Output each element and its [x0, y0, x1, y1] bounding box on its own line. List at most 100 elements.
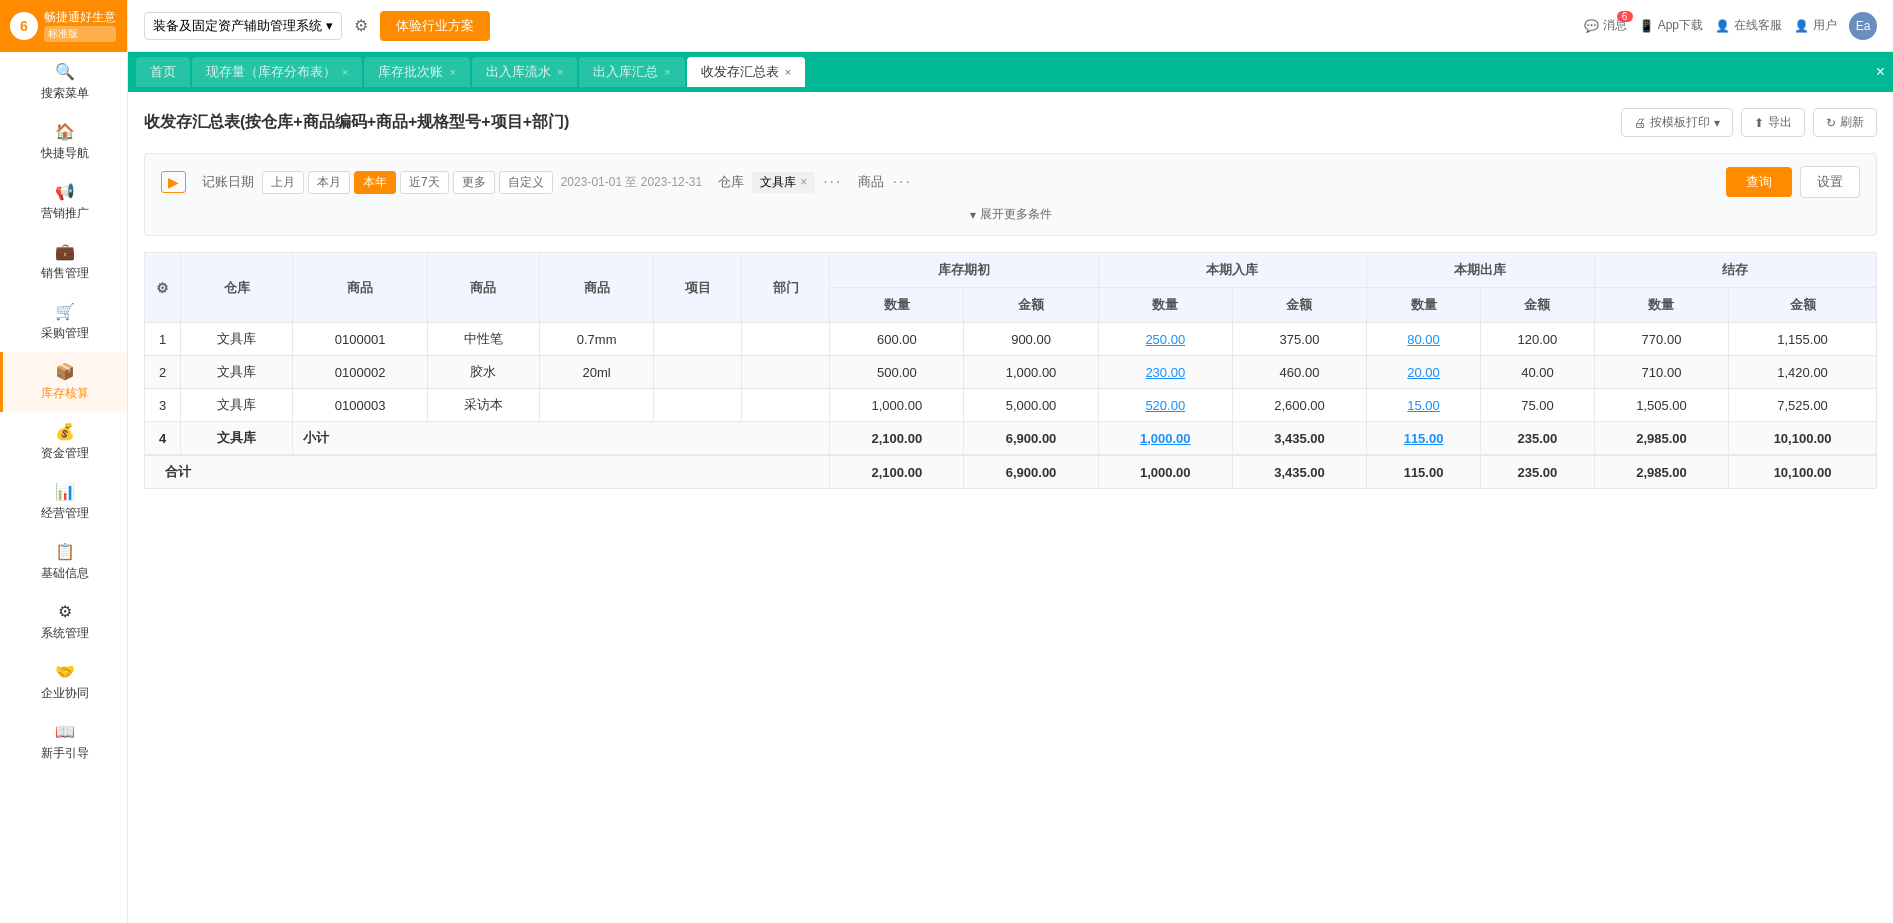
system-title: 装备及固定资产辅助管理系统	[153, 17, 322, 35]
tab-receive-summary[interactable]: 收发存汇总表 ×	[687, 57, 805, 87]
settings-icon[interactable]: ⚙	[354, 16, 368, 35]
finance-icon: 💰	[55, 422, 75, 441]
row-name: 胶水	[427, 356, 539, 389]
user-label: 用户	[1813, 17, 1837, 34]
row-out-amt: 75.00	[1480, 389, 1594, 422]
online-service-button[interactable]: 👤 在线客服	[1715, 17, 1782, 34]
sidebar-item-system[interactable]: ⚙系统管理	[0, 592, 127, 652]
page-inner: 收发存汇总表(按仓库+商品编码+商品+规格型号+项目+部门) 🖨 按模板打印 ▾…	[128, 92, 1893, 923]
col-header-name: 商品	[427, 253, 539, 323]
row-in-amt: 375.00	[1232, 323, 1366, 356]
subtotal-in-amt: 3,435.00	[1232, 422, 1366, 456]
date-btn-7days[interactable]: 近7天	[400, 171, 449, 194]
sidebar-item-purchase[interactable]: 🛒采购管理	[0, 292, 127, 352]
sidebar-item-finance[interactable]: 💰资金管理	[0, 412, 127, 472]
tab-inventory-dist-close[interactable]: ×	[342, 66, 348, 78]
col-sub-out-amt: 金额	[1480, 288, 1594, 323]
tab-bar-close-button[interactable]: ×	[1876, 63, 1885, 81]
row-spec: 20ml	[540, 356, 654, 389]
experience-button[interactable]: 体验行业方案	[380, 11, 490, 41]
row-dept	[742, 323, 830, 356]
product-filter-dots[interactable]: ···	[892, 173, 911, 191]
sidebar-item-quick-nav[interactable]: 🏠快捷导航	[0, 112, 127, 172]
row-open-qty: 600.00	[830, 323, 964, 356]
col-sub-bal-qty: 数量	[1594, 288, 1728, 323]
set-button[interactable]: 设置	[1800, 166, 1860, 198]
table-settings-icon[interactable]: ⚙	[156, 280, 169, 296]
tab-inout-flow[interactable]: 出入库流水 ×	[472, 57, 577, 87]
sidebar-item-guide[interactable]: 📖新手引导	[0, 712, 127, 772]
tab-inventory-dist-label: 现存量（库存分布表）	[206, 63, 336, 81]
tab-receive-summary-close[interactable]: ×	[785, 66, 791, 78]
system-select[interactable]: 装备及固定资产辅助管理系统 ▾	[144, 12, 342, 40]
logo-text-line1: 畅捷通好生意	[44, 10, 116, 26]
row-dept	[742, 356, 830, 389]
tab-batch-account-label: 库存批次账	[378, 63, 443, 81]
col-header-opening: 库存期初	[830, 253, 1098, 288]
logo-badge: 标准版	[44, 26, 116, 42]
user-button[interactable]: 👤 用户	[1794, 17, 1837, 34]
settings-col-header: ⚙	[145, 253, 181, 323]
sidebar-menu: 🔍搜索菜单🏠快捷导航📢营销推广💼销售管理🛒采购管理📦库存核算💰资金管理📊经营管理…	[0, 52, 127, 923]
expand-conditions-button[interactable]: ▾ 展开更多条件	[970, 206, 1052, 223]
refresh-button[interactable]: ↻ 刷新	[1813, 108, 1877, 137]
date-btn-last-month[interactable]: 上月	[262, 171, 304, 194]
sidebar-item-basic[interactable]: 📋基础信息	[0, 532, 127, 592]
sidebar-item-marketing[interactable]: 📢营销推广	[0, 172, 127, 232]
message-button[interactable]: 💬 消息 6	[1584, 17, 1627, 34]
col-sub-in-qty: 数量	[1098, 288, 1232, 323]
col-sub-open-amt: 金额	[964, 288, 1098, 323]
date-btn-this-month[interactable]: 本月	[308, 171, 350, 194]
main-container: 装备及固定资产辅助管理系统 ▾ ⚙ 体验行业方案 💬 消息 6 📱 App下载 …	[128, 0, 1893, 923]
sidebar-item-inventory[interactable]: 📦库存核算	[0, 352, 127, 412]
row-code: 0100002	[293, 356, 427, 389]
tab-inout-summary-close[interactable]: ×	[664, 66, 670, 78]
export-button[interactable]: ⬆ 导出	[1741, 108, 1805, 137]
warehouse-filter-dots[interactable]: ···	[823, 173, 842, 191]
row-warehouse: 文具库	[181, 323, 293, 356]
tab-inventory-dist[interactable]: 现存量（库存分布表） ×	[192, 57, 362, 87]
filter-expand-arrow[interactable]: ▶	[161, 171, 186, 193]
sidebar-item-operation[interactable]: 📊经营管理	[0, 472, 127, 532]
subtotal-open-amt: 6,900.00	[964, 422, 1098, 456]
table-row: 1 文具库 0100001 中性笔 0.7mm 600.00 900.00 25…	[145, 323, 1877, 356]
print-button[interactable]: 🖨 按模板打印 ▾	[1621, 108, 1733, 137]
date-btn-more[interactable]: 更多	[453, 171, 495, 194]
refresh-icon: ↻	[1826, 116, 1836, 130]
row-bal-amt: 1,155.00	[1729, 323, 1877, 356]
date-btn-custom[interactable]: 自定义	[499, 171, 553, 194]
guide-icon: 📖	[55, 722, 75, 741]
row-dept	[742, 389, 830, 422]
tab-inout-flow-close[interactable]: ×	[557, 66, 563, 78]
dropdown-icon: ▾	[326, 18, 333, 33]
user-avatar[interactable]: Ea	[1849, 12, 1877, 40]
app-download-button[interactable]: 📱 App下载	[1639, 17, 1703, 34]
row-name: 采访本	[427, 389, 539, 422]
footer-out-amt: 235.00	[1480, 455, 1594, 489]
tab-batch-account-close[interactable]: ×	[449, 66, 455, 78]
tab-batch-account[interactable]: 库存批次账 ×	[364, 57, 469, 87]
filter-area: ▶ 记账日期 上月 本月 本年 近7天 更多 自定义 2023-0	[144, 153, 1877, 236]
tab-inout-summary[interactable]: 出入库汇总 ×	[579, 57, 684, 87]
page-title-row: 收发存汇总表(按仓库+商品编码+商品+规格型号+项目+部门) 🖨 按模板打印 ▾…	[144, 108, 1877, 137]
inventory-icon: 📦	[55, 362, 75, 381]
col-header-balance: 结存	[1594, 253, 1876, 288]
tab-inout-summary-label: 出入库汇总	[593, 63, 658, 81]
export-icon: ⬆	[1754, 116, 1764, 130]
online-service-label: 在线客服	[1734, 17, 1782, 34]
query-button[interactable]: 查询	[1726, 167, 1792, 197]
footer-in-qty: 1,000.00	[1098, 455, 1232, 489]
sidebar-item-enterprise[interactable]: 🤝企业协同	[0, 652, 127, 712]
row-bal-qty: 710.00	[1594, 356, 1728, 389]
sidebar-item-search[interactable]: 🔍搜索菜单	[0, 52, 127, 112]
app-download-label: App下载	[1658, 17, 1703, 34]
row-in-qty: 520.00	[1098, 389, 1232, 422]
warehouse-tag-close[interactable]: ×	[800, 175, 807, 189]
tab-home[interactable]: 首页	[136, 57, 190, 87]
row-out-amt: 120.00	[1480, 323, 1594, 356]
sidebar-item-sales[interactable]: 💼销售管理	[0, 232, 127, 292]
row-out-amt: 40.00	[1480, 356, 1594, 389]
col-sub-bal-amt: 金额	[1729, 288, 1877, 323]
date-btn-this-year[interactable]: 本年	[354, 171, 396, 194]
row-open-amt: 900.00	[964, 323, 1098, 356]
